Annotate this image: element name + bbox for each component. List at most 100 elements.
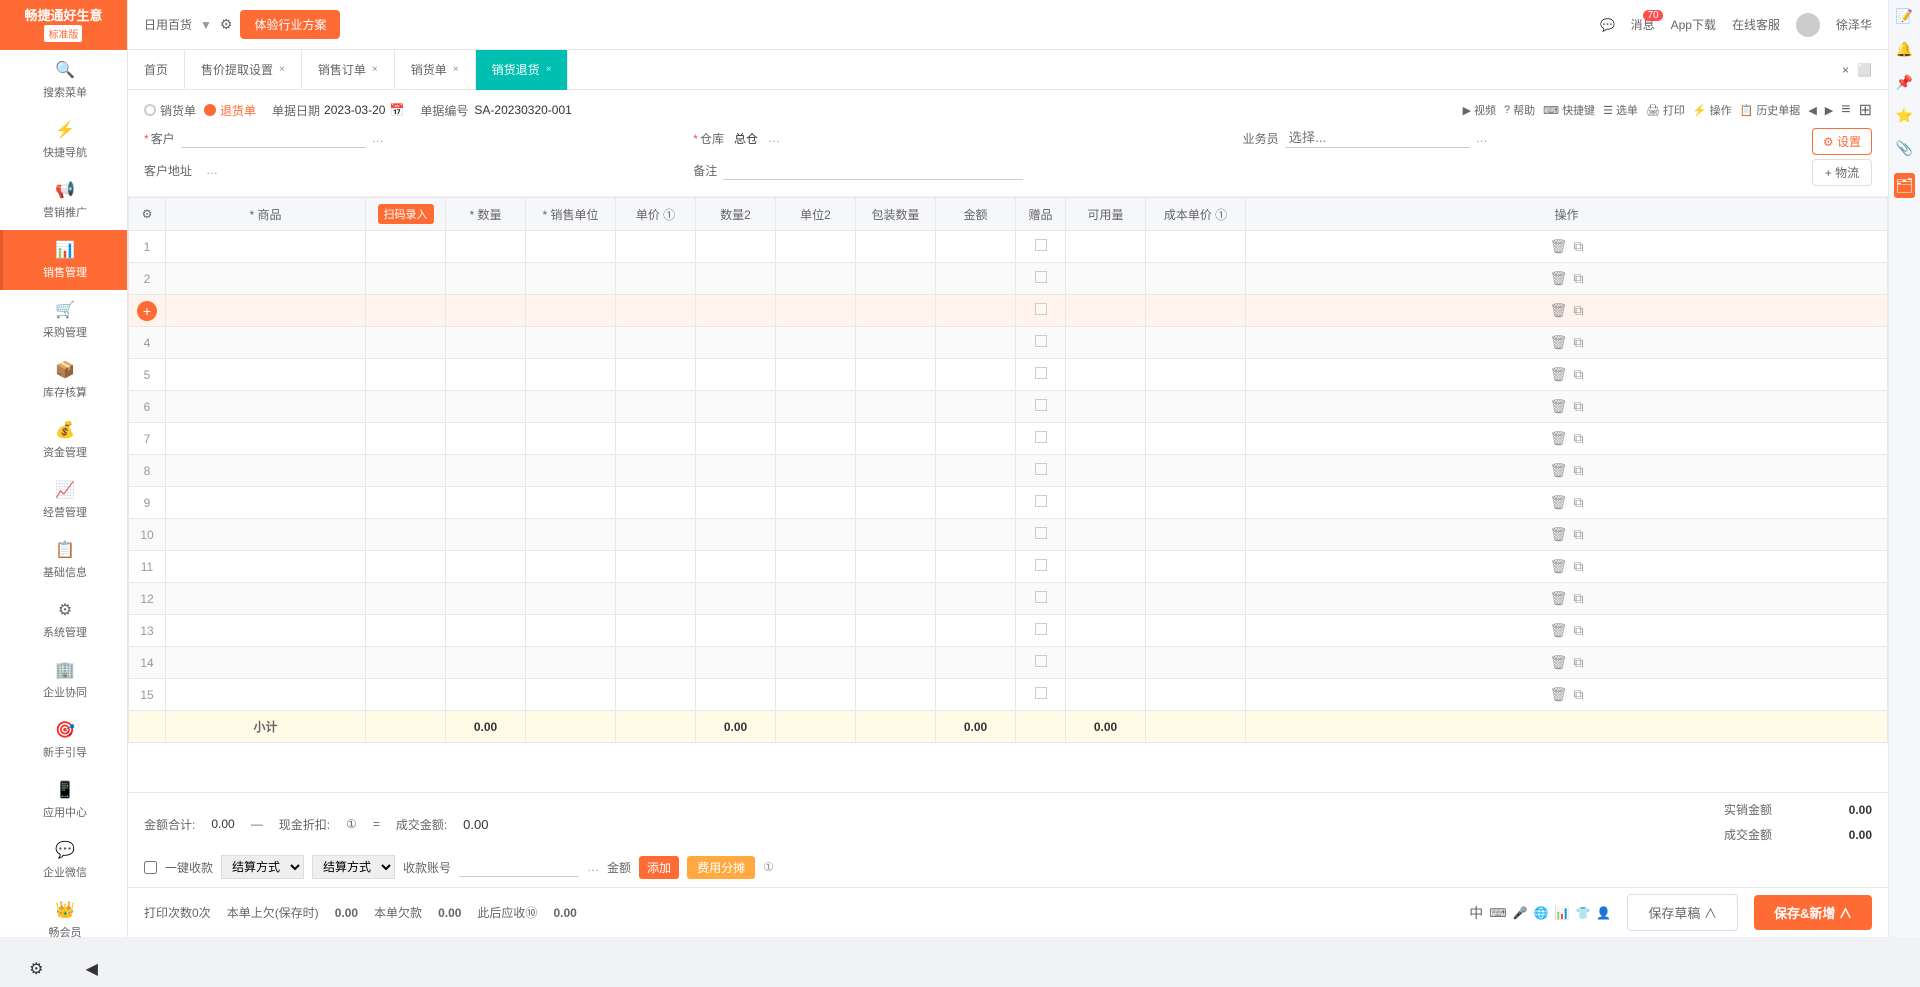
copy-icon-12[interactable]: ⧉ — [1573, 590, 1583, 607]
gift-checkbox-4[interactable] — [1035, 335, 1047, 347]
product-input-3[interactable] — [174, 303, 357, 318]
sidebar-item-quick-nav[interactable]: ⚡ 快捷导航 — [0, 110, 127, 170]
product-cell-1[interactable] — [166, 231, 366, 263]
gift-checkbox-9[interactable] — [1035, 495, 1047, 507]
trial-button[interactable]: 体验行业方案 — [240, 10, 340, 39]
tab-price-settings[interactable]: 售价提取设置 × — [185, 50, 302, 90]
gift-checkbox-10[interactable] — [1035, 527, 1047, 539]
radio-return[interactable]: 退货单 — [204, 102, 256, 119]
print-btn[interactable]: 🖨 打印 — [1646, 102, 1685, 118]
next-btn[interactable]: ▶ — [1825, 104, 1833, 117]
calculation-method-select[interactable]: 结算方式 — [312, 855, 395, 879]
col-settings[interactable]: ⚙ — [129, 198, 166, 231]
copy-icon-11[interactable]: ⧉ — [1573, 558, 1583, 575]
one-click-payment-checkbox[interactable] — [144, 861, 157, 874]
sidebar-item-apps[interactable]: 📱 应用中心 — [0, 770, 127, 830]
right-panel-icon-1[interactable]: 📝 — [1896, 8, 1913, 25]
salesperson-ellipsis[interactable]: … — [1476, 131, 1488, 145]
copy-icon-13[interactable]: ⧉ — [1573, 622, 1583, 639]
product-input-1[interactable] — [174, 239, 357, 254]
radio-sales-invoice[interactable]: 销货单 — [144, 102, 196, 119]
sidebar-item-wechat[interactable]: 💬 企业微信 — [0, 830, 127, 890]
help-icon[interactable]: ① — [763, 860, 774, 874]
delete-icon-15[interactable]: 🗑 — [1550, 686, 1568, 703]
delete-icon-9[interactable]: 🗑 — [1550, 494, 1568, 511]
single-debt-label[interactable]: 本单欠款 — [374, 904, 422, 921]
tab-sales-invoice-close[interactable]: × — [453, 64, 459, 75]
fee-split-button[interactable]: 费用分摊 — [687, 856, 755, 879]
copy-icon-15[interactable]: ⧉ — [1573, 686, 1583, 703]
gift-checkbox-11[interactable] — [1035, 559, 1047, 571]
settings-btn[interactable]: ⚙ 设置 — [1812, 128, 1872, 155]
maximize-icon[interactable]: ⬜ — [1857, 63, 1872, 77]
qty-input-1[interactable] — [454, 239, 517, 254]
app-download-link[interactable]: App下载 — [1671, 16, 1716, 33]
online-service-link[interactable]: 在线客服 — [1732, 16, 1780, 33]
gift-checkbox-5[interactable] — [1035, 367, 1047, 379]
dropdown-icon[interactable]: ▼ — [200, 18, 212, 32]
sidebar-item-guide[interactable]: 🎯 新手引导 — [0, 710, 127, 770]
col-scan[interactable]: 扫码录入 — [366, 198, 446, 231]
copy-icon-4[interactable]: ⧉ — [1573, 334, 1583, 351]
delete-icon-7[interactable]: 🗑 — [1550, 430, 1568, 447]
warehouse-ellipsis[interactable]: … — [768, 131, 780, 145]
address-ellipsis[interactable]: … — [206, 163, 218, 177]
right-panel-icon-4[interactable]: ⭐ — [1896, 107, 1913, 124]
logistics-btn[interactable]: + 物流 — [1812, 159, 1872, 186]
add-row-cell[interactable]: + — [129, 295, 166, 327]
add-row-button[interactable]: + — [137, 301, 157, 321]
right-panel-icon-5[interactable]: 📎 — [1896, 140, 1913, 157]
formula-icon[interactable]: ① — [346, 817, 357, 831]
salesperson-input[interactable] — [1285, 128, 1470, 148]
copy-icon-8[interactable]: ⧉ — [1573, 462, 1583, 479]
save-new-button[interactable]: 保存&新增 ∧ — [1754, 895, 1872, 930]
delete-icon-6[interactable]: 🗑 — [1550, 398, 1568, 415]
video-btn[interactable]: ▶ 视频 — [1463, 102, 1496, 118]
tab-home[interactable]: 首页 — [128, 50, 185, 90]
right-panel-icon-3[interactable]: 📌 — [1896, 74, 1913, 91]
right-panel-icon-active[interactable]: 🗂 — [1894, 173, 1916, 198]
delete-icon-3[interactable]: 🗑 — [1550, 302, 1568, 319]
gift-checkbox-7[interactable] — [1035, 431, 1047, 443]
gift-checkbox-1[interactable] — [1035, 239, 1047, 251]
sidebar-item-enterprise[interactable]: 🏢 企业协同 — [0, 650, 127, 710]
tab-sales-order-close[interactable]: × — [372, 64, 378, 75]
account-ellipsis[interactable]: … — [587, 860, 599, 874]
settlement-method-select[interactable]: 结算方式 — [221, 855, 304, 879]
delete-icon-2[interactable]: 🗑 — [1550, 270, 1568, 287]
customer-input[interactable] — [181, 128, 366, 148]
calendar-icon[interactable]: 📅 — [389, 103, 404, 117]
collapse-icon[interactable]: ◀ — [86, 959, 98, 979]
sidebar-item-basic[interactable]: 📋 基础信息 — [0, 530, 127, 590]
select-btn[interactable]: ☰ 选单 — [1603, 102, 1638, 118]
operate-btn[interactable]: ⚡ 操作 — [1693, 102, 1732, 118]
gift-checkbox-12[interactable] — [1035, 591, 1047, 603]
product-cell-2[interactable] — [166, 263, 366, 295]
gift-checkbox-8[interactable] — [1035, 463, 1047, 475]
account-input[interactable] — [459, 857, 579, 877]
gift-checkbox-13[interactable] — [1035, 623, 1047, 635]
copy-icon-9[interactable]: ⧉ — [1573, 494, 1583, 511]
user-name[interactable]: 徐泽华 — [1836, 16, 1872, 33]
right-panel-icon-2[interactable]: 🔔 — [1896, 41, 1913, 58]
copy-icon-5[interactable]: ⧉ — [1573, 366, 1583, 383]
list-view-btn[interactable]: ≡ — [1841, 101, 1850, 119]
save-draft-button[interactable]: 保存草稿 ∧ — [1627, 894, 1738, 931]
settings-icon[interactable]: ⚙ — [29, 959, 43, 979]
sidebar-item-operations[interactable]: 📈 经营管理 — [0, 470, 127, 530]
note-input[interactable] — [723, 160, 1023, 180]
copy-icon-7[interactable]: ⧉ — [1573, 430, 1583, 447]
delete-icon-8[interactable]: 🗑 — [1550, 462, 1568, 479]
tab-sales-order[interactable]: 销售订单 × — [302, 50, 395, 90]
tab-sales-invoice[interactable]: 销货单 × — [395, 50, 476, 90]
message-badge[interactable]: 💬 70 消息 — [1600, 16, 1654, 33]
sidebar-item-member[interactable]: 👑 畅会员 — [0, 890, 127, 950]
gift-checkbox-14[interactable] — [1035, 655, 1047, 667]
copy-icon-2[interactable]: ⧉ — [1573, 270, 1583, 287]
add-button[interactable]: 添加 — [639, 856, 679, 879]
copy-icon-6[interactable]: ⧉ — [1573, 398, 1583, 415]
scan-button[interactable]: 扫码录入 — [378, 204, 434, 224]
sidebar-item-inventory[interactable]: 📦 库存核算 — [0, 350, 127, 410]
copy-icon-10[interactable]: ⧉ — [1573, 526, 1583, 543]
help-btn[interactable]: ? 帮助 — [1504, 102, 1535, 118]
